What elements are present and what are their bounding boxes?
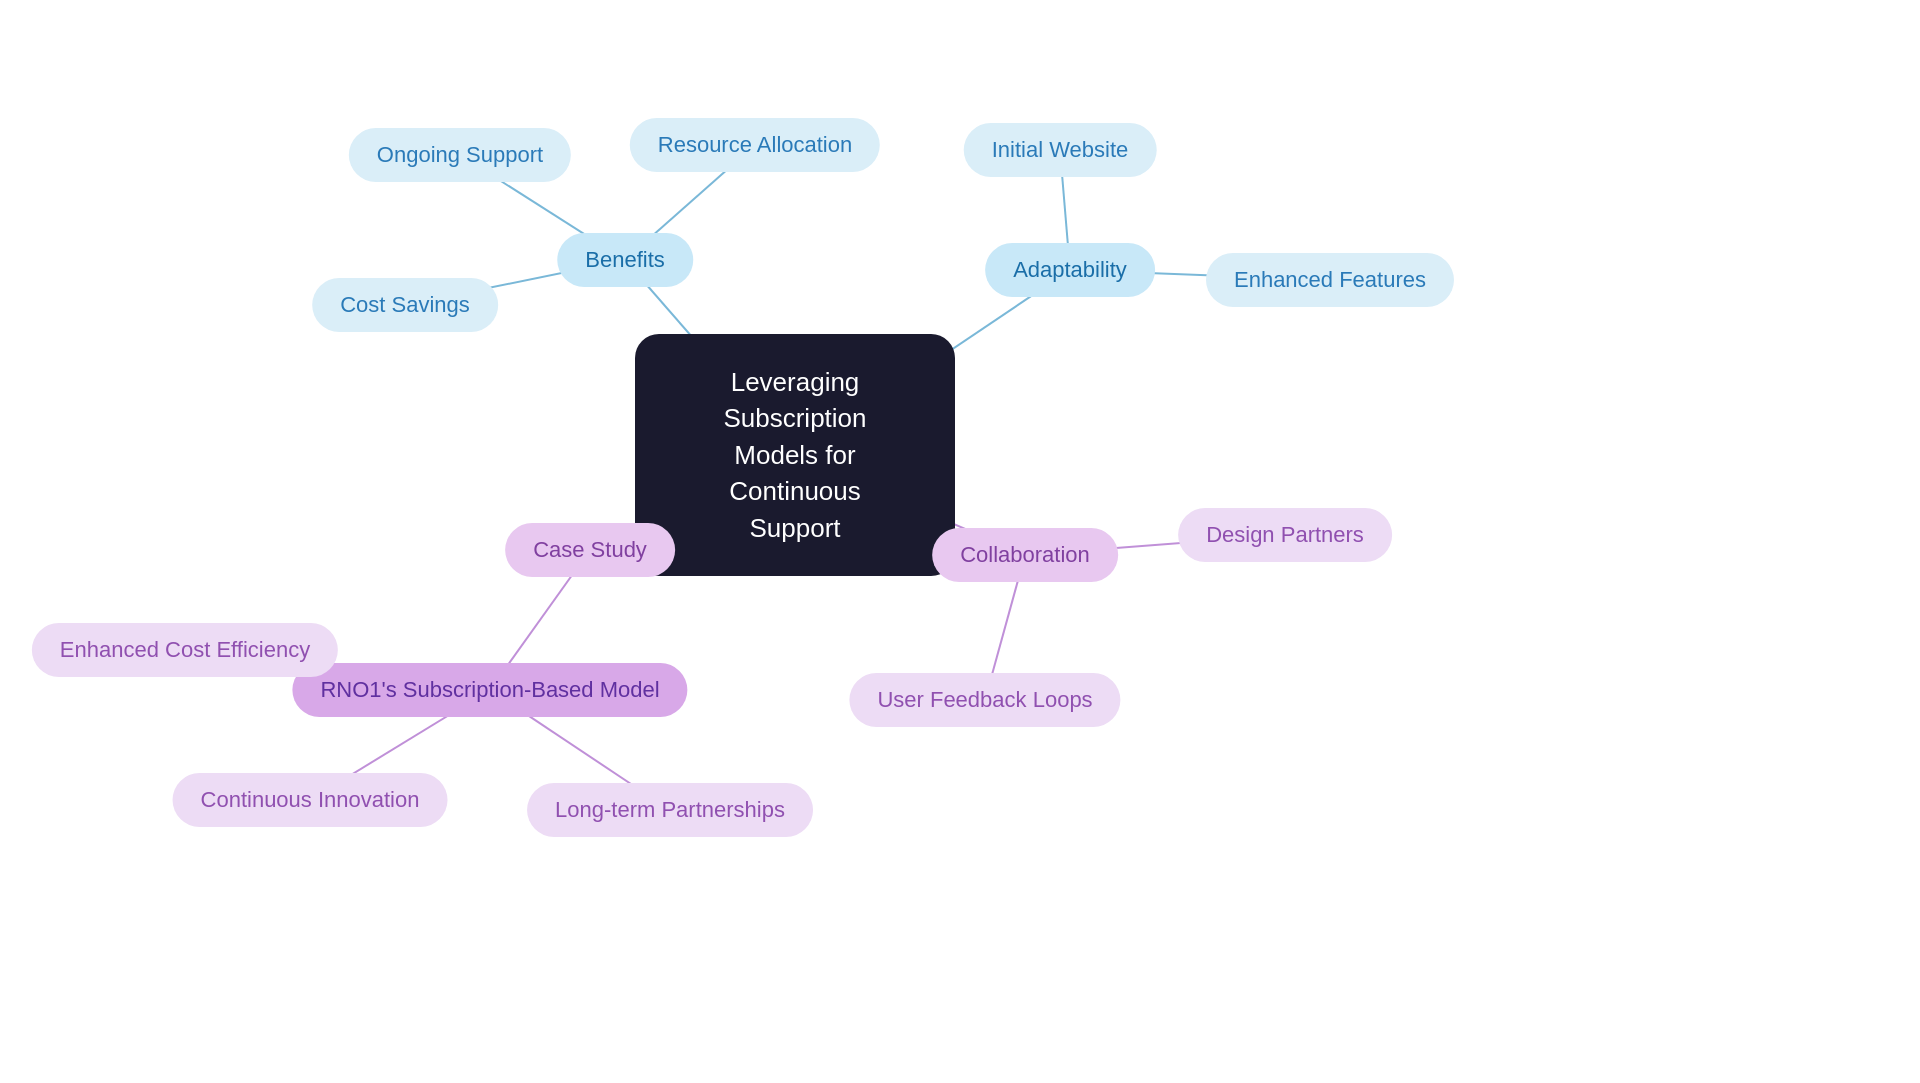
node-continuous-innovation[interactable]: Continuous Innovation	[173, 773, 448, 827]
node-case-study[interactable]: Case Study	[505, 523, 675, 577]
node-resource-allocation[interactable]: Resource Allocation	[630, 118, 880, 172]
node-enhanced-features[interactable]: Enhanced Features	[1206, 253, 1454, 307]
node-adaptability[interactable]: Adaptability	[985, 243, 1155, 297]
node-cost-savings[interactable]: Cost Savings	[312, 278, 498, 332]
node-collaboration[interactable]: Collaboration	[932, 528, 1118, 582]
node-benefits[interactable]: Benefits	[557, 233, 693, 287]
node-design-partners[interactable]: Design Partners	[1178, 508, 1392, 562]
node-ongoing-support[interactable]: Ongoing Support	[349, 128, 571, 182]
node-enhanced-cost-efficiency[interactable]: Enhanced Cost Efficiency	[32, 623, 338, 677]
node-initial-website[interactable]: Initial Website	[964, 123, 1157, 177]
node-rno1[interactable]: RNO1's Subscription-Based Model	[292, 663, 687, 717]
node-long-term-partnerships[interactable]: Long-term Partnerships	[527, 783, 813, 837]
node-user-feedback-loops[interactable]: User Feedback Loops	[849, 673, 1120, 727]
center-node[interactable]: Leveraging Subscription Models for Conti…	[635, 334, 955, 576]
